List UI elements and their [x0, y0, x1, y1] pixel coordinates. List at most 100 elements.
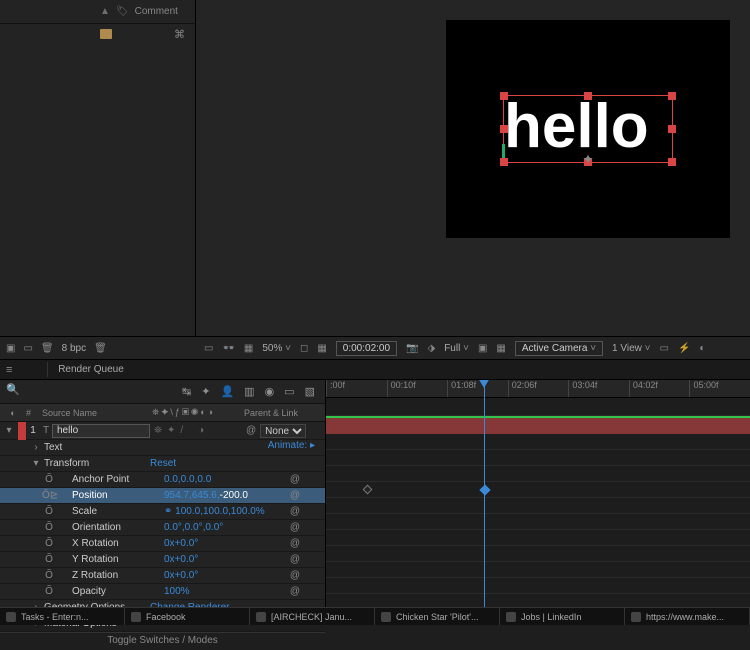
goggles-icon[interactable]: 👓: [222, 343, 234, 354]
time-tick[interactable]: :00f: [326, 380, 387, 397]
resize-handle[interactable]: [668, 125, 676, 133]
graph-editor-icon[interactable]: ▭: [284, 385, 294, 398]
cti-head-icon[interactable]: [478, 380, 490, 388]
parent-column[interactable]: Parent & Link: [240, 408, 325, 418]
x-rotation-value[interactable]: 0x+0.0°: [164, 538, 284, 549]
stopwatch-icon[interactable]: Ŏ: [42, 522, 56, 533]
stopwatch-icon[interactable]: Ŏ: [42, 538, 56, 549]
layer-name-field[interactable]: [52, 424, 150, 438]
expression-pickwhip-icon[interactable]: @: [284, 522, 306, 533]
prop-scale[interactable]: Ŏ Scale ⚭ 100.0,100.0,100.0% @: [0, 504, 325, 520]
taskbar-item[interactable]: Tasks - Enter:n...: [0, 608, 125, 625]
y-rotation-value[interactable]: 0x+0.0°: [164, 554, 284, 565]
stopwatch-icon[interactable]: Ŏ: [42, 506, 56, 517]
toggle-switches-button[interactable]: Toggle Switches / Modes: [0, 632, 325, 650]
layer-duration-bar[interactable]: [326, 416, 750, 434]
prop-z-rotation[interactable]: Ŏ Z Rotation 0x+0.0° @: [0, 568, 325, 584]
motion-blur-icon[interactable]: ◉: [265, 385, 275, 398]
preview-canvas[interactable]: hello ✦: [446, 20, 730, 238]
frame-blend-icon[interactable]: ▥: [244, 385, 254, 398]
prop-group-transform[interactable]: ▾ Transform Reset: [0, 456, 325, 472]
taskbar-item[interactable]: https://www.make...: [625, 608, 750, 625]
stopwatch-icon[interactable]: Ŏ: [42, 554, 56, 565]
comp-mini-flowchart-icon[interactable]: ↹: [182, 385, 191, 398]
position-track[interactable]: [326, 482, 750, 498]
exposure-icon[interactable]: ◐: [699, 343, 705, 354]
resize-handle[interactable]: [500, 92, 508, 100]
camera-dropdown[interactable]: Active Camera: [515, 341, 603, 356]
stopwatch-icon[interactable]: Ŏ⊵: [42, 490, 56, 501]
resolution-dropdown[interactable]: Full: [444, 343, 469, 354]
fast-preview-icon[interactable]: ⚡: [678, 343, 690, 354]
shy-icon[interactable]: 👤: [220, 385, 234, 398]
panel-menu-icon[interactable]: ≡: [0, 364, 18, 376]
comp-tab[interactable]: [30, 362, 47, 377]
expression-pickwhip-icon[interactable]: @: [284, 554, 306, 565]
expression-pickwhip-icon[interactable]: @: [284, 474, 306, 485]
project-folder-row[interactable]: ⌘: [0, 24, 195, 44]
brainstorm-icon[interactable]: ▧: [305, 385, 315, 398]
layer-row-1[interactable]: ▾ 1 T ⛯✦/◑ @ None: [0, 422, 325, 440]
stopwatch-icon[interactable]: Ŏ: [42, 474, 56, 485]
opacity-value[interactable]: 100%: [164, 586, 284, 597]
source-name-column[interactable]: Source Name: [40, 408, 148, 418]
taskbar-item[interactable]: Chicken Star 'Pilot'...: [375, 608, 500, 625]
trash-icon[interactable]: 🗑: [41, 343, 54, 354]
magnify-icon[interactable]: ▭: [204, 343, 213, 354]
position-value[interactable]: 954.7,645.6,-200.0: [164, 490, 284, 501]
prop-opacity[interactable]: Ŏ Opacity 100% @: [0, 584, 325, 600]
disclosure-icon[interactable]: ▾: [0, 425, 18, 436]
search-icon[interactable]: 🔍: [6, 383, 20, 396]
expression-pickwhip-icon[interactable]: @: [284, 506, 306, 517]
pickwhip-icon[interactable]: @: [246, 425, 256, 436]
resize-handle[interactable]: [500, 158, 508, 166]
expression-pickwhip-icon[interactable]: @: [284, 538, 306, 549]
stopwatch-icon[interactable]: Ŏ: [42, 586, 56, 597]
taskbar-item[interactable]: [AIRCHECK] Janu...: [250, 608, 375, 625]
resize-handle[interactable]: [500, 125, 508, 133]
keyframe-icon[interactable]: [479, 484, 490, 495]
transparent-grid-icon[interactable]: ▣: [478, 343, 487, 354]
3d-view-icon[interactable]: ▦: [496, 343, 505, 354]
draft3d-icon[interactable]: ✦: [201, 385, 210, 398]
layer-color-label[interactable]: [18, 422, 26, 440]
expression-pickwhip-icon[interactable]: @: [284, 586, 306, 597]
prop-position[interactable]: Ŏ⊵ Position 954.7,645.6,-200.0 @: [0, 488, 325, 504]
time-tick[interactable]: 04:02f: [629, 380, 690, 397]
expression-pickwhip-icon[interactable]: @: [284, 490, 306, 501]
grid-icon[interactable]: ▦: [244, 343, 253, 354]
time-tick[interactable]: 05:00f: [689, 380, 750, 397]
prop-anchor-point[interactable]: Ŏ Anchor Point 0.0,0.0,0.0 @: [0, 472, 325, 488]
zoom-dropdown[interactable]: 50%: [262, 343, 291, 354]
prop-orientation[interactable]: Ŏ Orientation 0.0°,0.0°,0.0° @: [0, 520, 325, 536]
bpc-trash-icon[interactable]: 🗑: [94, 343, 107, 354]
new-folder-icon[interactable]: ▭: [23, 343, 32, 354]
timeline-graph-area[interactable]: :00f 00:10f 01:08f 02:06f 03:04f 04:02f …: [326, 380, 750, 607]
show-snapshot-icon[interactable]: ⬗: [427, 343, 435, 354]
expression-pickwhip-icon[interactable]: @: [284, 570, 306, 581]
scale-value[interactable]: ⚭ 100.0,100.0,100.0%: [164, 506, 284, 517]
anchor-point-value[interactable]: 0.0,0.0,0.0: [164, 474, 284, 485]
roi-icon[interactable]: ◻: [300, 343, 308, 354]
current-time-display[interactable]: 0:00:02:00: [336, 341, 397, 356]
taskbar-item[interactable]: Jobs | LinkedIn: [500, 608, 625, 625]
taskbar-item[interactable]: Facebook: [125, 608, 250, 625]
av-column-icon[interactable]: ◐: [0, 408, 26, 418]
parent-dropdown[interactable]: None: [260, 424, 306, 438]
interpret-icon[interactable]: ▣: [6, 343, 15, 354]
resize-handle[interactable]: [668, 158, 676, 166]
prop-x-rotation[interactable]: Ŏ X Rotation 0x+0.0° @: [0, 536, 325, 552]
pixel-aspect-icon[interactable]: ▭: [660, 343, 669, 354]
bpc-label[interactable]: 8 bpc: [62, 343, 86, 354]
stopwatch-icon[interactable]: Ŏ: [42, 570, 56, 581]
current-time-indicator[interactable]: [484, 380, 485, 607]
layer-switches[interactable]: ⛯✦/◑: [150, 425, 242, 436]
anchor-point-icon[interactable]: ✦: [582, 151, 594, 168]
layer-selection-box[interactable]: hello ✦: [503, 95, 673, 163]
prop-y-rotation[interactable]: Ŏ Y Rotation 0x+0.0° @: [0, 552, 325, 568]
resize-handle[interactable]: [584, 92, 592, 100]
time-ruler[interactable]: :00f 00:10f 01:08f 02:06f 03:04f 04:02f …: [326, 380, 750, 398]
tab-render-queue[interactable]: Render Queue: [47, 362, 134, 377]
orientation-value[interactable]: 0.0°,0.0°,0.0°: [164, 522, 284, 533]
time-tick[interactable]: 00:10f: [387, 380, 448, 397]
